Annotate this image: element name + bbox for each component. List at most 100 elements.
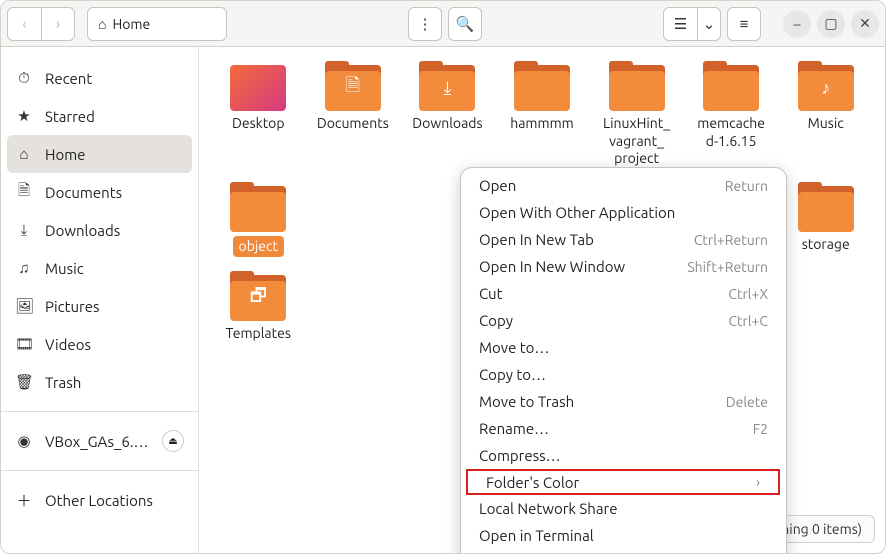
view-group: ☰ ⌄: [663, 7, 721, 41]
menu-item-shortcut: Ctrl+C: [728, 313, 768, 329]
grid-item[interactable]: ♪ Music: [780, 61, 871, 182]
home-icon: ⌂: [15, 145, 33, 163]
sidebar-item-label: Home: [45, 146, 85, 163]
sidebar-item-label: Other Locations: [45, 492, 153, 509]
menu-item-open-in-new-window[interactable]: Open In New Window Shift+Return: [461, 253, 786, 280]
grid-item[interactable]: object: [213, 182, 304, 272]
grid-item[interactable]: storage: [780, 182, 871, 272]
menu-item-label: Move to Trash: [479, 393, 574, 410]
grid-item[interactable]: Desktop: [213, 61, 304, 182]
folder-icon: 🗎: [325, 65, 381, 111]
menu-item-label: Folder's Color: [486, 474, 579, 491]
content-area: Desktop 🗎 Documents ⤓Downloadshammmm LinuxHi…: [199, 47, 885, 553]
trash-icon: 🗑: [15, 373, 33, 391]
menu-item-label: Open in Terminal: [479, 527, 594, 544]
sidebar-item-label: Downloads: [45, 222, 120, 239]
view-dropdown-button[interactable]: ⌄: [697, 7, 721, 41]
menu-item-cut[interactable]: Cut Ctrl+X: [461, 280, 786, 307]
sidebar-item-label: Pictures: [45, 298, 100, 315]
menu-item-open-in-new-tab[interactable]: Open In New TabCtrl+Return: [461, 226, 786, 253]
back-button[interactable]: ‹: [7, 7, 41, 41]
desktop-icon: [230, 65, 286, 111]
sidebar-item-pictures[interactable]: 🖼 Pictures: [1, 287, 198, 325]
home-icon: ⌂: [98, 16, 106, 32]
sidebar-other-locations[interactable]: ＋ Other Locations: [1, 481, 198, 519]
menu-item-move-to-trash[interactable]: Move to Trash Delete: [461, 388, 786, 415]
sidebar-item-home[interactable]: ⌂ Home: [7, 135, 192, 173]
menu-item-label: Copy: [479, 312, 513, 329]
grid-item[interactable]: 🗎 Documents: [308, 61, 399, 182]
menu-item-move-to[interactable]: Move to…: [461, 334, 786, 361]
documents-icon: 🗎: [15, 180, 33, 205]
music-icon: ♫: [15, 259, 33, 277]
menu-item-send-to[interactable]: Send to…: [461, 549, 786, 553]
menu-item-label: Open In New Window: [479, 258, 625, 275]
grid-item[interactable]: memcache d-1.6.15: [686, 61, 777, 182]
sidebar-item-videos[interactable]: 🎞Videos: [1, 325, 198, 363]
grid-item-label: Desktop: [232, 115, 285, 133]
pictures-icon: 🖼: [15, 297, 33, 315]
grid-item-label: Templates: [226, 325, 291, 343]
grid-item-label: Music: [808, 115, 844, 133]
path-box[interactable]: ⌂ Home: [87, 7, 227, 41]
menu-item-open-with-other-application[interactable]: Open With Other Application: [461, 199, 786, 226]
menu-item-copy[interactable]: Copy Ctrl+C: [461, 307, 786, 334]
grid-item[interactable]: ⤓Downloads: [402, 61, 493, 182]
downloads-icon: ⤓: [15, 221, 33, 239]
grid-item-label: memcache d-1.6.15: [697, 115, 765, 150]
folder-icon: [703, 65, 759, 111]
menu-item-open[interactable]: OpenReturn: [461, 172, 786, 199]
minimize-button[interactable]: –: [783, 10, 811, 38]
folder-icon: ♪: [798, 65, 854, 111]
menu-item-label: Rename…: [479, 420, 549, 437]
grid-item-label: LinuxHint_ vagrant_ project: [603, 115, 670, 168]
grid-item[interactable]: LinuxHint_ vagrant_ project: [591, 61, 682, 182]
menu-item-shortcut: Ctrl+X: [728, 286, 768, 302]
menu-item-shortcut: Return: [725, 178, 768, 194]
sidebar-item-label: Videos: [45, 336, 91, 353]
menu-item-shortcut: Delete: [726, 394, 768, 410]
sidebar-item-music[interactable]: ♫ Music: [1, 249, 198, 287]
menu-item-local-network-share[interactable]: Local Network Share: [461, 495, 786, 522]
sidebar-item-recent[interactable]: ⏱Recent: [1, 59, 198, 97]
grid-item-label: Documents: [317, 115, 389, 133]
sidebar-item-documents[interactable]: 🗎Documents: [1, 173, 198, 211]
menu-item-folder-s-color[interactable]: Folder's Color ›: [466, 469, 780, 495]
menu-item-rename[interactable]: Rename…F2: [461, 415, 786, 442]
context-menu: OpenReturn Open With Other Application Ope…: [460, 167, 787, 553]
starred-icon: ★: [15, 107, 33, 125]
folder-icon: ⤓: [419, 65, 475, 111]
maximize-button[interactable]: ▢: [817, 10, 845, 38]
sidebar-volume[interactable]: ◉ VBox_GAs_6.… ⏏: [1, 422, 198, 460]
sidebar-item-starred[interactable]: ★Starred: [1, 97, 198, 135]
menu-item-label: Open With Other Application: [479, 204, 675, 221]
grid-item[interactable]: 🗗 Templates: [213, 271, 304, 402]
menu-item-copy-to[interactable]: Copy to…: [461, 361, 786, 388]
menu-item-compress[interactable]: Compress…: [461, 442, 786, 469]
eject-icon[interactable]: ⏏: [162, 430, 184, 452]
sidebar-item-downloads[interactable]: ⤓ Downloads: [1, 211, 198, 249]
folder-icon: 🗗: [230, 275, 286, 321]
sidebar-item-label: Music: [45, 260, 84, 277]
grid-item[interactable]: hammmm: [497, 61, 588, 182]
menu-item-label: Move to…: [479, 339, 549, 356]
sidebar: ⏱Recent★Starred ⌂ Home 🗎Documents ⤓ Downloads…: [1, 47, 199, 553]
menu-item-shortcut: ›: [756, 474, 760, 490]
search-button[interactable]: 🔍: [448, 7, 482, 41]
folder-icon: [514, 65, 570, 111]
menu-item-label: Cut: [479, 285, 503, 302]
disc-icon: ◉: [15, 432, 33, 450]
sidebar-item-trash[interactable]: 🗑Trash: [1, 363, 198, 401]
folder-icon: [230, 186, 286, 232]
list-view-button[interactable]: ☰: [663, 7, 697, 41]
recent-icon: ⏱: [15, 69, 33, 87]
menu-item-shortcut: Shift+Return: [687, 259, 768, 275]
folder-icon: [609, 65, 665, 111]
forward-button[interactable]: ›: [41, 7, 75, 41]
kebab-menu-button[interactable]: ⋮: [408, 7, 442, 41]
menu-item-label: Compress…: [479, 447, 561, 464]
close-button[interactable]: ✕: [851, 10, 879, 38]
menu-item-open-in-terminal[interactable]: Open in Terminal: [461, 522, 786, 549]
headerbar: ‹ › ⌂ Home ⋮ 🔍 ☰ ⌄ ≡ – ▢ ✕: [1, 1, 885, 47]
hamburger-menu-button[interactable]: ≡: [727, 7, 761, 41]
